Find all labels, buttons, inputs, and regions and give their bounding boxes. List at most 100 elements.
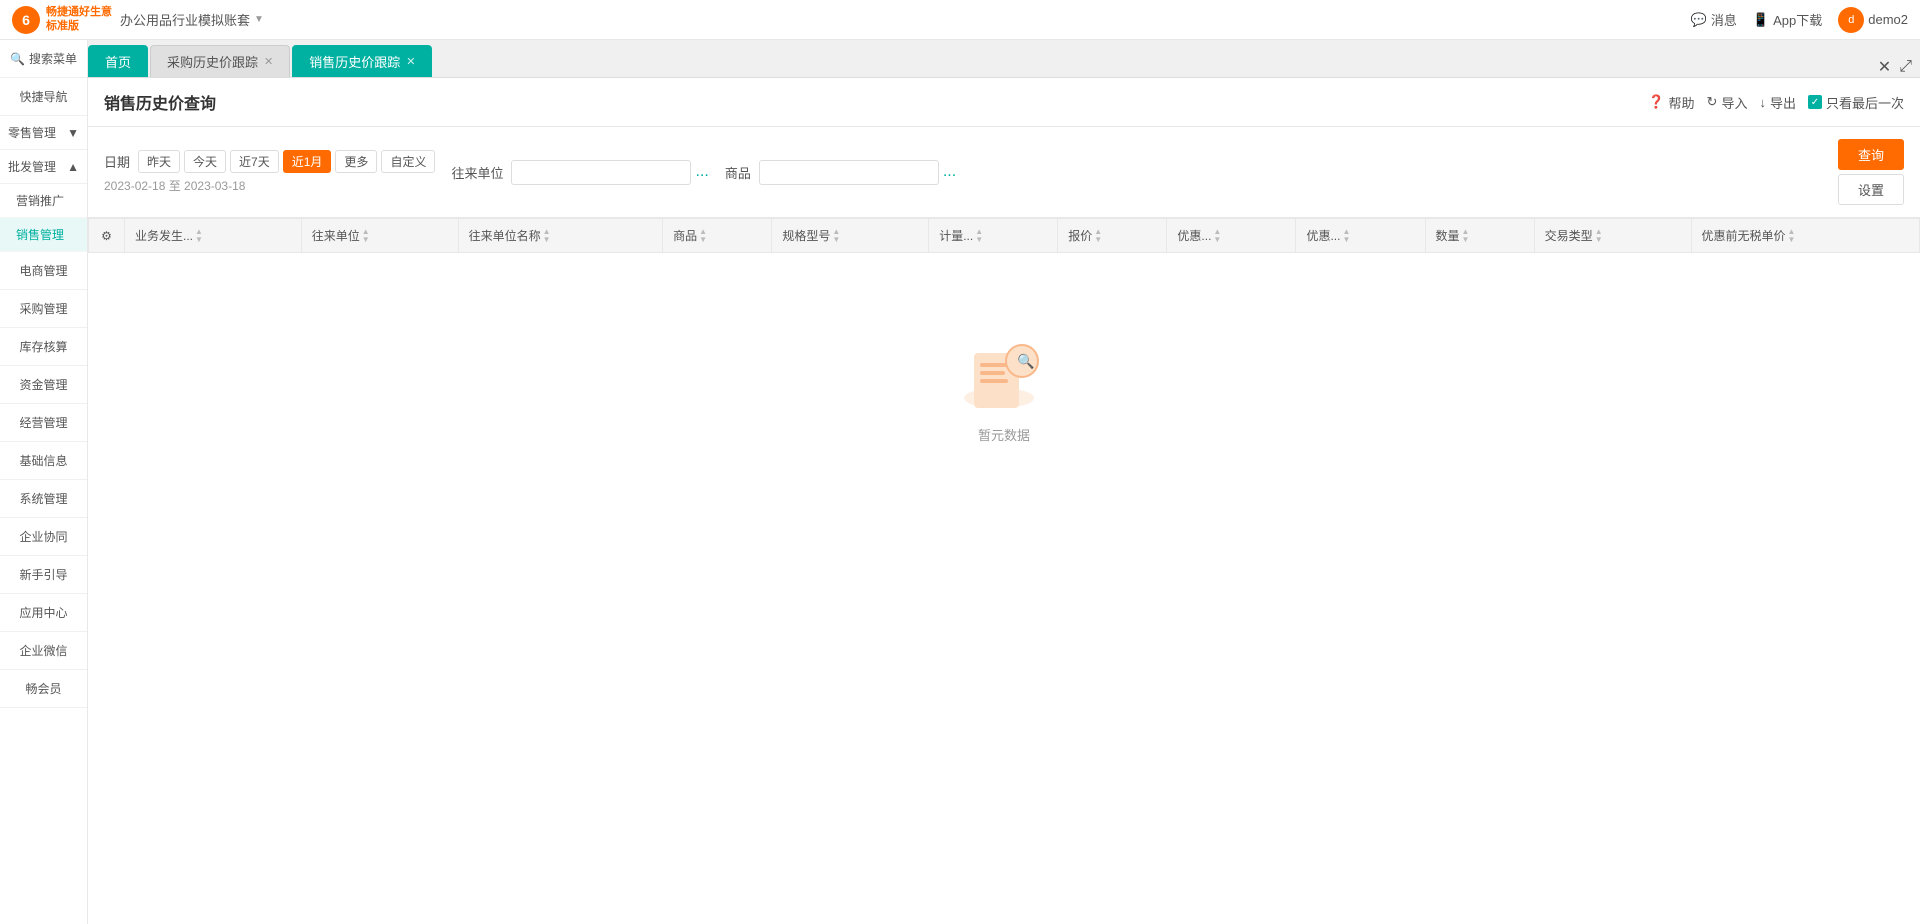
close-tab-button[interactable]: ✕ [1878, 57, 1891, 77]
expand-button[interactable]: ⤢ [1899, 58, 1912, 76]
th-trade-type[interactable]: 交易类型 ▲▼ [1534, 219, 1691, 253]
sidebar-item-marketing[interactable]: 营销推广 [0, 184, 87, 218]
main-layout: 🔍 搜索菜单 快捷导航 零售管理 ▼ 批发管理 ▲ 营销推广 销售管理 电商管理… [0, 40, 1920, 924]
counterpart-dots-button[interactable]: ... [695, 163, 708, 181]
logo-text: 畅捷通好生意 标准版 [46, 6, 112, 32]
sort-icon: ▲▼ [1094, 228, 1102, 244]
sort-icon: ▲▼ [362, 228, 370, 244]
sidebar-item-guide[interactable]: 新手引导 [0, 556, 87, 594]
date-buttons: 昨天 今天 近7天 近1月 更多 自定义 [138, 150, 435, 173]
message-button[interactable]: 💬 消息 [1691, 10, 1737, 29]
app-download-button[interactable]: 📱 App下载 [1753, 10, 1822, 29]
sidebar-item-basics[interactable]: 基础信息 [0, 442, 87, 480]
th-discount1[interactable]: 优惠... ▲▼ [1167, 219, 1296, 253]
top-bar: 6 畅捷通好生意 标准版 办公用品行业模拟账套 ▼ 💬 消息 📱 App下载 d… [0, 0, 1920, 40]
product-dots-button[interactable]: ... [943, 163, 956, 181]
help-button[interactable]: ❓ 帮助 [1648, 93, 1694, 112]
th-spec[interactable]: 规格型号 ▲▼ [772, 219, 929, 253]
sidebar-item-wechat[interactable]: 企业微信 [0, 632, 87, 670]
sidebar-item-finance[interactable]: 资金管理 [0, 366, 87, 404]
message-icon: 💬 [1691, 12, 1707, 28]
table-header-row: ⚙ 业务发生... ▲▼ 往来 [89, 219, 1920, 253]
close-icon[interactable]: ✕ [264, 55, 273, 68]
date-btn-today[interactable]: 今天 [184, 150, 226, 173]
date-btn-custom[interactable]: 自定义 [381, 150, 435, 173]
sidebar-item-quick-nav[interactable]: 快捷导航 [0, 78, 87, 116]
tab-purchase-history[interactable]: 采购历史价跟踪 ✕ [150, 45, 290, 77]
th-biz-date[interactable]: 业务发生... ▲▼ [125, 219, 302, 253]
date-btn-more[interactable]: 更多 [335, 150, 377, 173]
counterpart-input[interactable] [511, 160, 691, 185]
search-icon: 🔍 [10, 52, 25, 66]
th-gear[interactable]: ⚙ [89, 219, 125, 253]
th-counterpart-name[interactable]: 往来单位名称 ▲▼ [458, 219, 663, 253]
svg-text:🔍: 🔍 [1017, 352, 1034, 370]
empty-state: 🔍 暂元数据 [88, 253, 1920, 524]
sort-icon: ▲▼ [195, 228, 203, 244]
sidebar-item-inventory[interactable]: 库存核算 [0, 328, 87, 366]
logo-icon: 6 [12, 6, 40, 34]
sidebar-item-search-menu[interactable]: 🔍 搜索菜单 [0, 40, 87, 78]
logo-area: 6 畅捷通好生意 标准版 [12, 6, 112, 34]
sidebar-item-enterprise[interactable]: 企业协同 [0, 518, 87, 556]
export-icon: ↓ [1759, 95, 1766, 110]
sidebar-item-operations[interactable]: 经营管理 [0, 404, 87, 442]
sidebar-item-system[interactable]: 系统管理 [0, 480, 87, 518]
chevron-down-icon: ▼ [67, 126, 79, 140]
sidebar-item-purchase[interactable]: 采购管理 [0, 290, 87, 328]
sidebar-item-ecommerce[interactable]: 电商管理 [0, 252, 87, 290]
tab-bar: 首页 采购历史价跟踪 ✕ 销售历史价跟踪 ✕ ✕ ⤢ [88, 40, 1920, 78]
th-product[interactable]: 商品 ▲▼ [663, 219, 772, 253]
empty-icon: 🔍 [954, 333, 1054, 413]
tab-bar-actions: ✕ ⤢ [1870, 57, 1920, 77]
settings-button[interactable]: 设置 [1838, 174, 1904, 205]
sidebar-item-member[interactable]: 畅会员 [0, 670, 87, 708]
user-menu[interactable]: d demo2 [1838, 7, 1908, 33]
th-unit[interactable]: 计量... ▲▼ [929, 219, 1058, 253]
date-btn-yesterday[interactable]: 昨天 [138, 150, 180, 173]
counterpart-input-group: ... [511, 160, 708, 185]
app-selector[interactable]: 办公用品行业模拟账套 ▼ [120, 10, 264, 29]
counterpart-label: 往来单位 [451, 163, 503, 182]
th-quoted-price[interactable]: 报价 ▲▼ [1058, 219, 1167, 253]
th-quantity[interactable]: 数量 ▲▼ [1425, 219, 1534, 253]
page-title: 销售历史价查询 [104, 90, 216, 114]
close-icon[interactable]: ✕ [406, 55, 415, 68]
sort-icon: ▲▼ [1788, 228, 1796, 244]
sort-icon: ▲▼ [832, 228, 840, 244]
sidebar-item-sales-mgmt[interactable]: 销售管理 [0, 218, 87, 252]
sidebar-item-retail-mgmt[interactable]: 零售管理 ▼ [0, 116, 87, 150]
import-button[interactable]: ↻ 导入 [1707, 93, 1748, 112]
tab-sales-history[interactable]: 销售历史价跟踪 ✕ [292, 45, 432, 77]
search-and-table: ⚙ 业务发生... ▲▼ 往来 [88, 218, 1920, 924]
sort-icon: ▲▼ [699, 228, 707, 244]
sort-icon: ▲▼ [1342, 228, 1350, 244]
sidebar-item-app-center[interactable]: 应用中心 [0, 594, 87, 632]
query-button[interactable]: 查询 [1838, 139, 1904, 170]
page-header: 销售历史价查询 ❓ 帮助 ↻ 导入 ↓ 导出 ✓ [88, 78, 1920, 127]
product-input[interactable] [759, 160, 939, 185]
th-counterpart-code[interactable]: 往来单位 ▲▼ [301, 219, 458, 253]
page-wrapper: 销售历史价查询 ❓ 帮助 ↻ 导入 ↓ 导出 ✓ [88, 78, 1920, 924]
app-name-label: 办公用品行业模拟账套 [120, 10, 250, 29]
date-label: 日期 [104, 152, 130, 171]
data-table: ⚙ 业务发生... ▲▼ 往来 [88, 218, 1920, 253]
table-container: ⚙ 业务发生... ▲▼ 往来 [88, 218, 1920, 924]
product-label: 商品 [725, 163, 751, 182]
only-last-checkbox[interactable]: ✓ 只看最后一次 [1808, 93, 1904, 112]
sidebar-item-wholesale-mgmt[interactable]: 批发管理 ▲ [0, 150, 87, 184]
date-btn-7days[interactable]: 近7天 [230, 150, 279, 173]
export-button[interactable]: ↓ 导出 [1759, 93, 1796, 112]
th-pre-tax-price[interactable]: 优惠前无税单价 ▲▼ [1691, 219, 1919, 253]
th-discount2[interactable]: 优惠... ▲▼ [1296, 219, 1425, 253]
top-bar-left: 6 畅捷通好生意 标准版 办公用品行业模拟账套 ▼ [12, 6, 264, 34]
top-bar-right: 💬 消息 📱 App下载 d demo2 [1691, 7, 1908, 33]
tab-home[interactable]: 首页 [88, 45, 148, 77]
page-actions: ❓ 帮助 ↻ 导入 ↓ 导出 ✓ 只看最后一次 [1648, 93, 1904, 112]
sort-icon: ▲▼ [1595, 228, 1603, 244]
date-range-label: 2023-02-18 至 2023-03-18 [104, 177, 435, 194]
user-name-label: demo2 [1868, 12, 1908, 27]
search-area: 日期 昨天 今天 近7天 近1月 更多 自定义 2023-02-18 至 202… [88, 127, 1920, 218]
avatar: d [1838, 7, 1864, 33]
date-btn-1month[interactable]: 近1月 [283, 150, 332, 173]
